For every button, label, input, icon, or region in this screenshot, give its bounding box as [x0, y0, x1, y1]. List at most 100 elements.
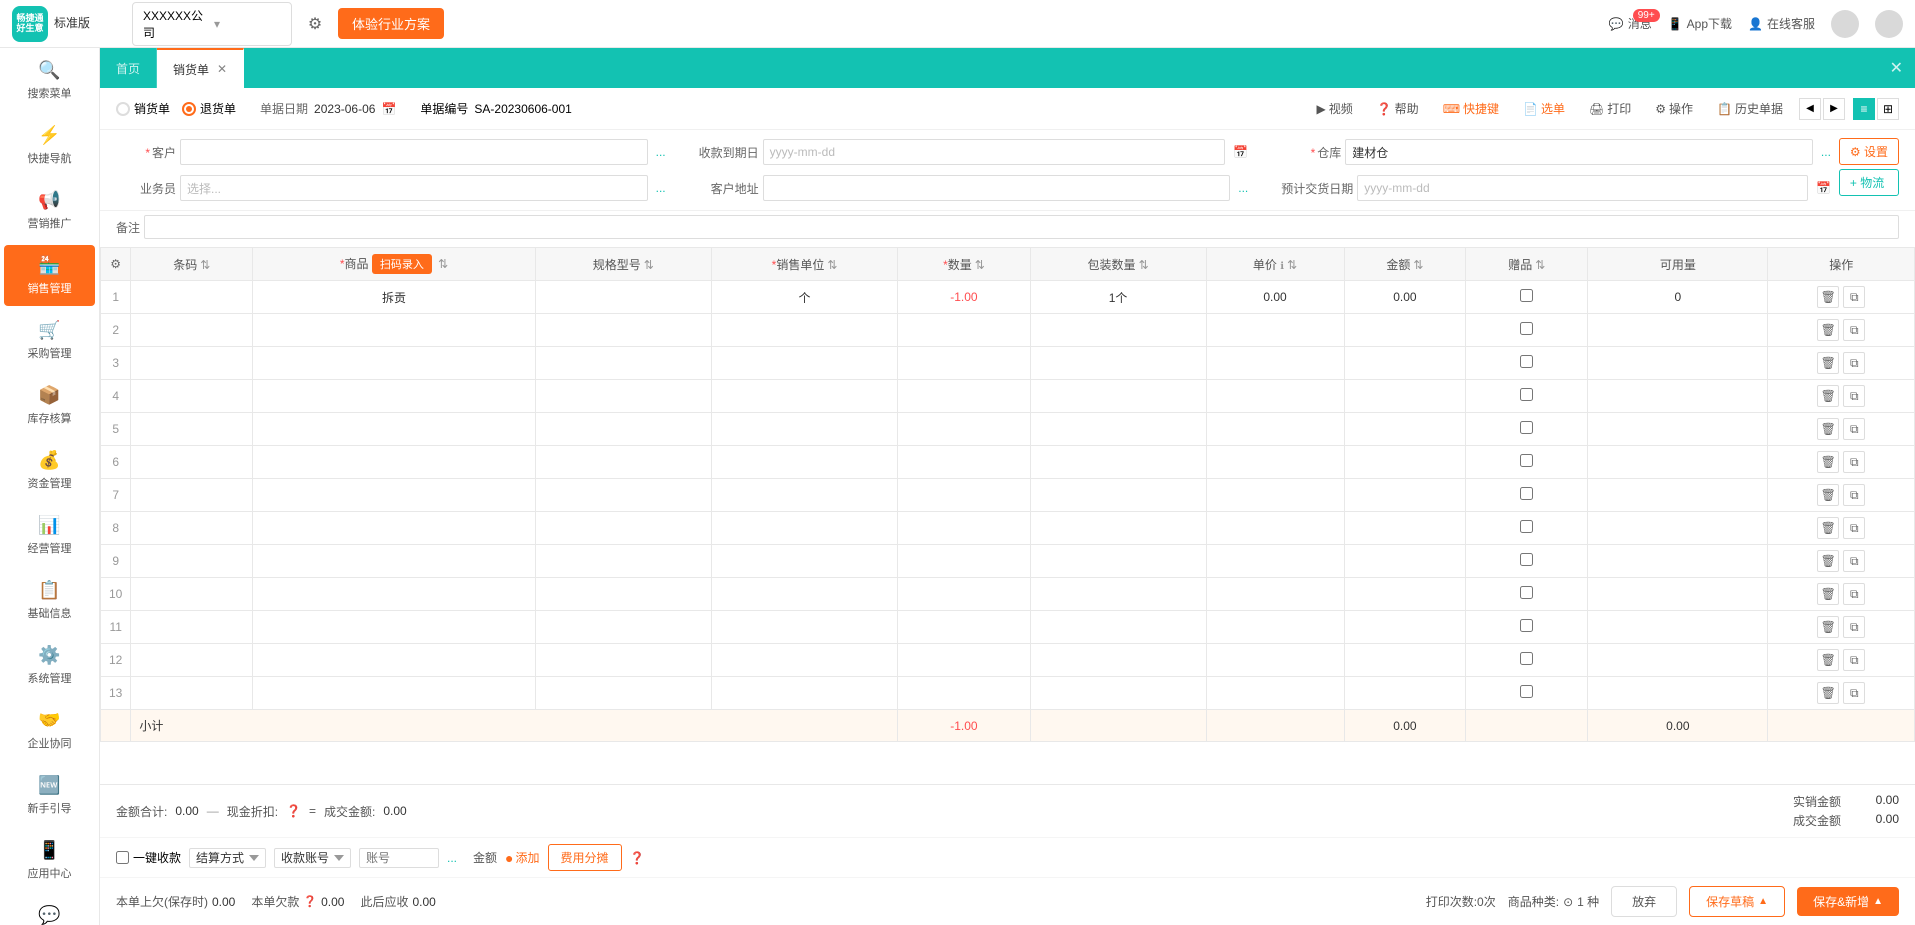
cell-unit-price-7[interactable]	[1206, 512, 1344, 545]
app-download-button[interactable]: 📱 App下载	[1668, 15, 1732, 32]
cell-unit-9[interactable]	[711, 578, 897, 611]
sort-qty-icon[interactable]: ⇅	[975, 258, 985, 272]
note-input[interactable]	[144, 215, 1899, 239]
cell-spec-4[interactable]	[535, 413, 711, 446]
cell-product-2[interactable]	[253, 347, 536, 380]
cell-product-5[interactable]	[253, 446, 536, 479]
delete-row-4-button[interactable]: 🗑	[1817, 418, 1839, 440]
delete-row-7-button[interactable]: 🗑	[1817, 517, 1839, 539]
cell-amount-12[interactable]	[1344, 677, 1466, 710]
list-view-button[interactable]: ≡	[1853, 98, 1875, 120]
copy-row-3-button[interactable]: ⧉	[1843, 385, 1865, 407]
copy-row-9-button[interactable]: ⧉	[1843, 583, 1865, 605]
radio-return-order[interactable]: 退货单	[182, 100, 236, 117]
sidebar-item-basics[interactable]: 📋 基础信息	[4, 570, 95, 631]
cell-unit-price-4[interactable]	[1206, 413, 1344, 446]
cell-barcode-5[interactable]	[131, 446, 253, 479]
print-button[interactable]: 🖨 打印	[1581, 96, 1639, 121]
cell-unit-price-10[interactable]	[1206, 611, 1344, 644]
expense-button[interactable]: 费用分摊	[548, 844, 622, 871]
cell-spec-5[interactable]	[535, 446, 711, 479]
salesman-more-icon[interactable]: ...	[656, 181, 666, 195]
tab-sales-order[interactable]: 销货单 ✕	[157, 48, 244, 88]
payment-method-select[interactable]: 结算方式	[189, 848, 266, 868]
delete-row-6-button[interactable]: 🗑	[1817, 484, 1839, 506]
cell-product-7[interactable]	[253, 512, 536, 545]
cell-pkg-qty-7[interactable]	[1030, 512, 1206, 545]
copy-row-2-button[interactable]: ⧉	[1843, 352, 1865, 374]
cell-barcode-7[interactable]	[131, 512, 253, 545]
cell-barcode-10[interactable]	[131, 611, 253, 644]
cell-spec-6[interactable]	[535, 479, 711, 512]
copy-row-12-button[interactable]: ⧉	[1843, 682, 1865, 704]
cell-gift-9[interactable]	[1466, 578, 1588, 611]
cell-barcode-2[interactable]	[131, 347, 253, 380]
gift-checkbox-4[interactable]	[1520, 421, 1533, 434]
cell-product-0[interactable]: 拆贡	[253, 281, 536, 314]
cell-unit-price-3[interactable]	[1206, 380, 1344, 413]
cell-pkg-qty-4[interactable]	[1030, 413, 1206, 446]
cell-unit-price-9[interactable]	[1206, 578, 1344, 611]
delete-row-9-button[interactable]: 🗑	[1817, 583, 1839, 605]
gift-checkbox-0[interactable]	[1520, 289, 1533, 302]
company-selector[interactable]: XXXXXX公司 ▾	[132, 2, 292, 46]
cell-barcode-8[interactable]	[131, 545, 253, 578]
gift-checkbox-10[interactable]	[1520, 619, 1533, 632]
cell-amount-8[interactable]	[1344, 545, 1466, 578]
cell-gift-11[interactable]	[1466, 644, 1588, 677]
customer-input[interactable]	[180, 139, 648, 165]
cell-amount-7[interactable]	[1344, 512, 1466, 545]
cell-amount-11[interactable]	[1344, 644, 1466, 677]
cell-quantity-6[interactable]	[898, 479, 1030, 512]
cell-amount-1[interactable]	[1344, 314, 1466, 347]
cell-quantity-4[interactable]	[898, 413, 1030, 446]
cell-gift-10[interactable]	[1466, 611, 1588, 644]
cell-pkg-qty-3[interactable]	[1030, 380, 1206, 413]
gift-checkbox-9[interactable]	[1520, 586, 1533, 599]
expense-help-icon[interactable]: ❓	[630, 851, 645, 865]
cell-unit-2[interactable]	[711, 347, 897, 380]
copy-row-11-button[interactable]: ⧉	[1843, 649, 1865, 671]
tab-close-icon[interactable]: ✕	[217, 62, 227, 76]
delete-row-11-button[interactable]: 🗑	[1817, 649, 1839, 671]
cell-unit-4[interactable]	[711, 413, 897, 446]
cell-spec-11[interactable]	[535, 644, 711, 677]
video-button[interactable]: ▶ 视频	[1308, 96, 1360, 121]
sort-price-icon[interactable]: ⇅	[1287, 258, 1297, 272]
payment-add-button[interactable]: ● 添加	[505, 849, 539, 866]
cell-product-1[interactable]	[253, 314, 536, 347]
gift-checkbox-1[interactable]	[1520, 322, 1533, 335]
delete-row-2-button[interactable]: 🗑	[1817, 352, 1839, 374]
cell-pkg-qty-8[interactable]	[1030, 545, 1206, 578]
radio-sale-order[interactable]: 销货单	[116, 100, 170, 117]
scan-button[interactable]: 扫码录入	[372, 254, 432, 274]
delete-row-0-button[interactable]: 🗑	[1817, 286, 1839, 308]
cell-quantity-8[interactable]	[898, 545, 1030, 578]
sidebar-item-search[interactable]: 🔍 搜索菜单	[4, 50, 95, 111]
copy-row-0-button[interactable]: ⧉	[1843, 286, 1865, 308]
gift-checkbox-3[interactable]	[1520, 388, 1533, 401]
gift-checkbox-6[interactable]	[1520, 487, 1533, 500]
cell-barcode-4[interactable]	[131, 413, 253, 446]
cell-amount-9[interactable]	[1344, 578, 1466, 611]
quick-pay-checkbox-input[interactable]	[116, 851, 129, 864]
delete-row-5-button[interactable]: 🗑	[1817, 451, 1839, 473]
cell-quantity-9[interactable]	[898, 578, 1030, 611]
sidebar-item-finance[interactable]: 💰 资金管理	[4, 440, 95, 501]
gift-checkbox-11[interactable]	[1520, 652, 1533, 665]
calendar-icon[interactable]: 📅	[381, 102, 396, 116]
copy-row-7-button[interactable]: ⧉	[1843, 517, 1865, 539]
discount-help-icon[interactable]: ❓	[286, 804, 301, 818]
product-type-select-icon[interactable]: ⊙	[1563, 895, 1573, 909]
cell-barcode-0[interactable]	[131, 281, 253, 314]
cell-amount-4[interactable]	[1344, 413, 1466, 446]
cell-spec-12[interactable]	[535, 677, 711, 710]
sidebar-item-quick-nav[interactable]: ⚡ 快捷导航	[4, 115, 95, 176]
cell-spec-0[interactable]	[535, 281, 711, 314]
gift-checkbox-2[interactable]	[1520, 355, 1533, 368]
copy-row-5-button[interactable]: ⧉	[1843, 451, 1865, 473]
cell-amount-5[interactable]	[1344, 446, 1466, 479]
sidebar-item-sales[interactable]: 🏪 销售管理	[4, 245, 95, 306]
cell-unit-1[interactable]	[711, 314, 897, 347]
gift-checkbox-12[interactable]	[1520, 685, 1533, 698]
